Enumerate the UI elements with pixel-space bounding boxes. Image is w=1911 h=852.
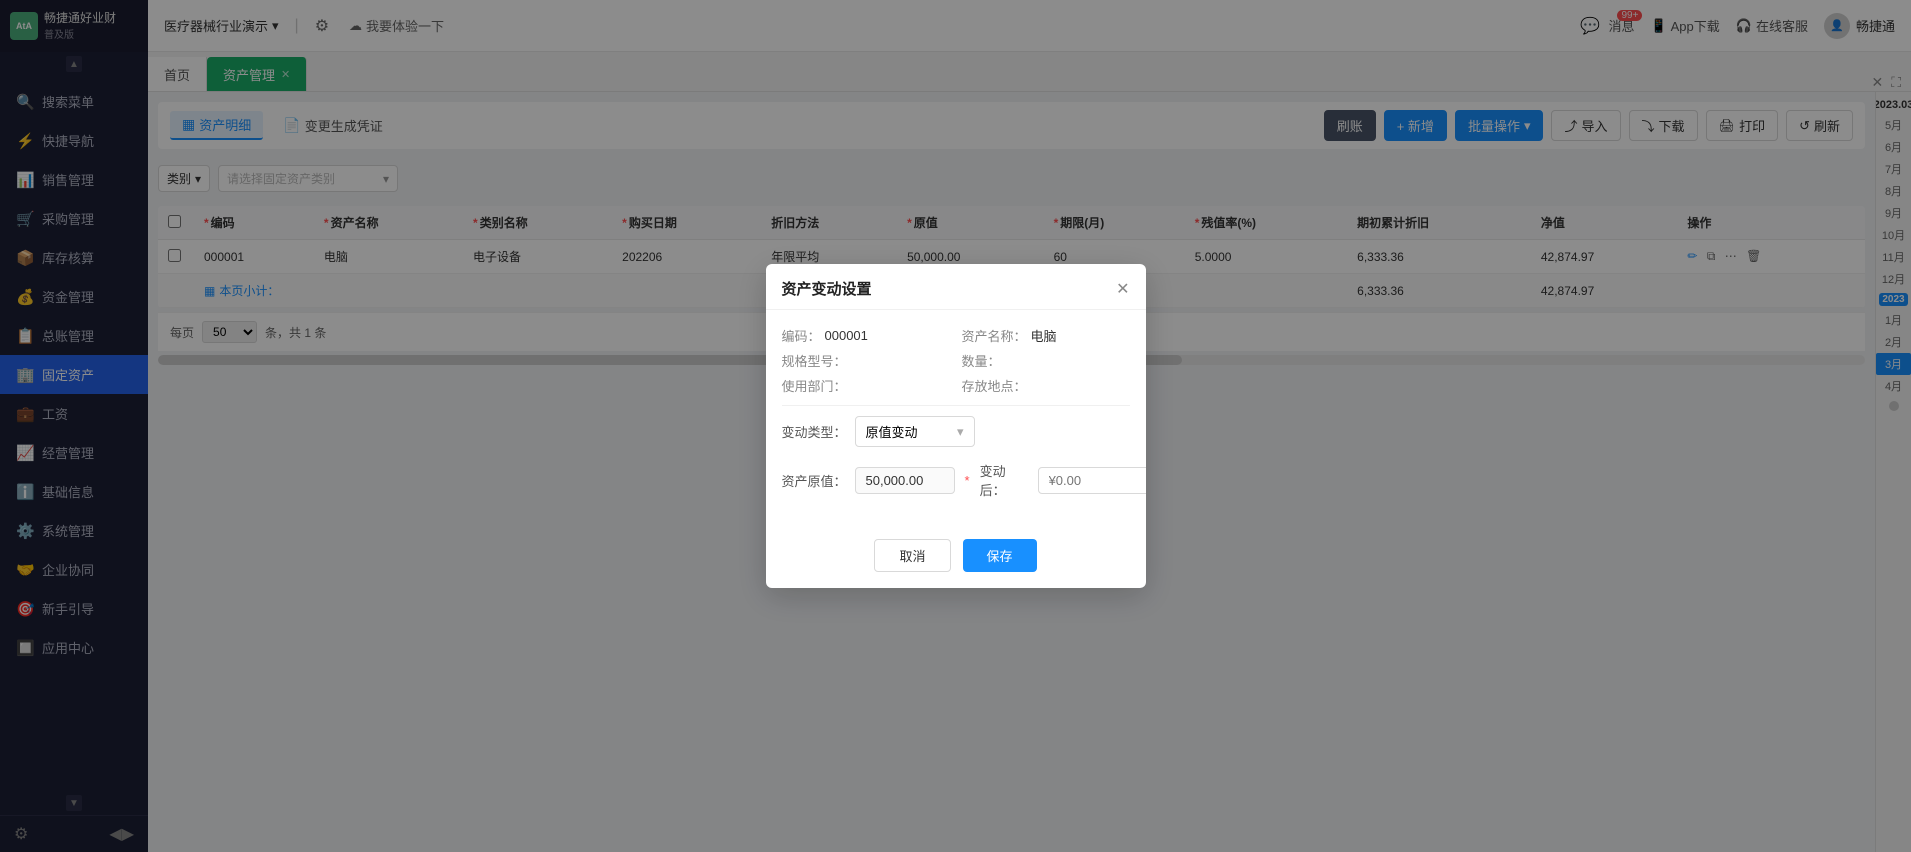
modal-quantity-item: 数量： (962, 351, 1130, 370)
save-button[interactable]: 保存 (963, 539, 1037, 572)
modal-code-item: 编码： 000001 (782, 326, 950, 345)
modal-overlay[interactable]: 资产变动设置 ✕ 编码： 000001 资产名称： 电脑 规格型号： 数量： (0, 0, 1911, 852)
modal-asset-name-item: 资产名称： 电脑 (962, 326, 1130, 345)
modal-divider (782, 405, 1130, 406)
after-change-input[interactable] (1038, 467, 1146, 494)
modal-header: 资产变动设置 ✕ (766, 264, 1146, 310)
required-mark: * (965, 473, 970, 488)
asset-change-modal: 资产变动设置 ✕ 编码： 000001 资产名称： 电脑 规格型号： 数量： (766, 264, 1146, 588)
modal-body: 编码： 000001 资产名称： 电脑 规格型号： 数量： 使用部门： (766, 310, 1146, 529)
modal-change-type-row: 变动类型： 原值变动 ▾ (782, 416, 1130, 447)
modal-title: 资产变动设置 (782, 278, 872, 299)
modal-info-grid: 编码： 000001 资产名称： 电脑 规格型号： 数量： 使用部门： (782, 326, 1130, 395)
modal-footer: 取消 保存 (766, 529, 1146, 588)
modal-original-value-row: 资产原值： 50,000.00 * 变动后： (782, 461, 1130, 499)
modal-close-btn[interactable]: ✕ (1116, 279, 1129, 299)
modal-location-item: 存放地点： (962, 376, 1130, 395)
modal-code-value: 000001 (825, 328, 868, 343)
modal-original-value: 50,000.00 (855, 467, 955, 494)
modal-spec-item: 规格型号： (782, 351, 950, 370)
select-chevron-icon: ▾ (957, 424, 964, 440)
change-type-select[interactable]: 原值变动 ▾ (855, 416, 975, 447)
after-change-label: 变动后： (980, 461, 1030, 499)
cancel-button[interactable]: 取消 (874, 539, 950, 572)
modal-dept-item: 使用部门： (782, 376, 950, 395)
modal-asset-name-value: 电脑 (1031, 326, 1057, 345)
